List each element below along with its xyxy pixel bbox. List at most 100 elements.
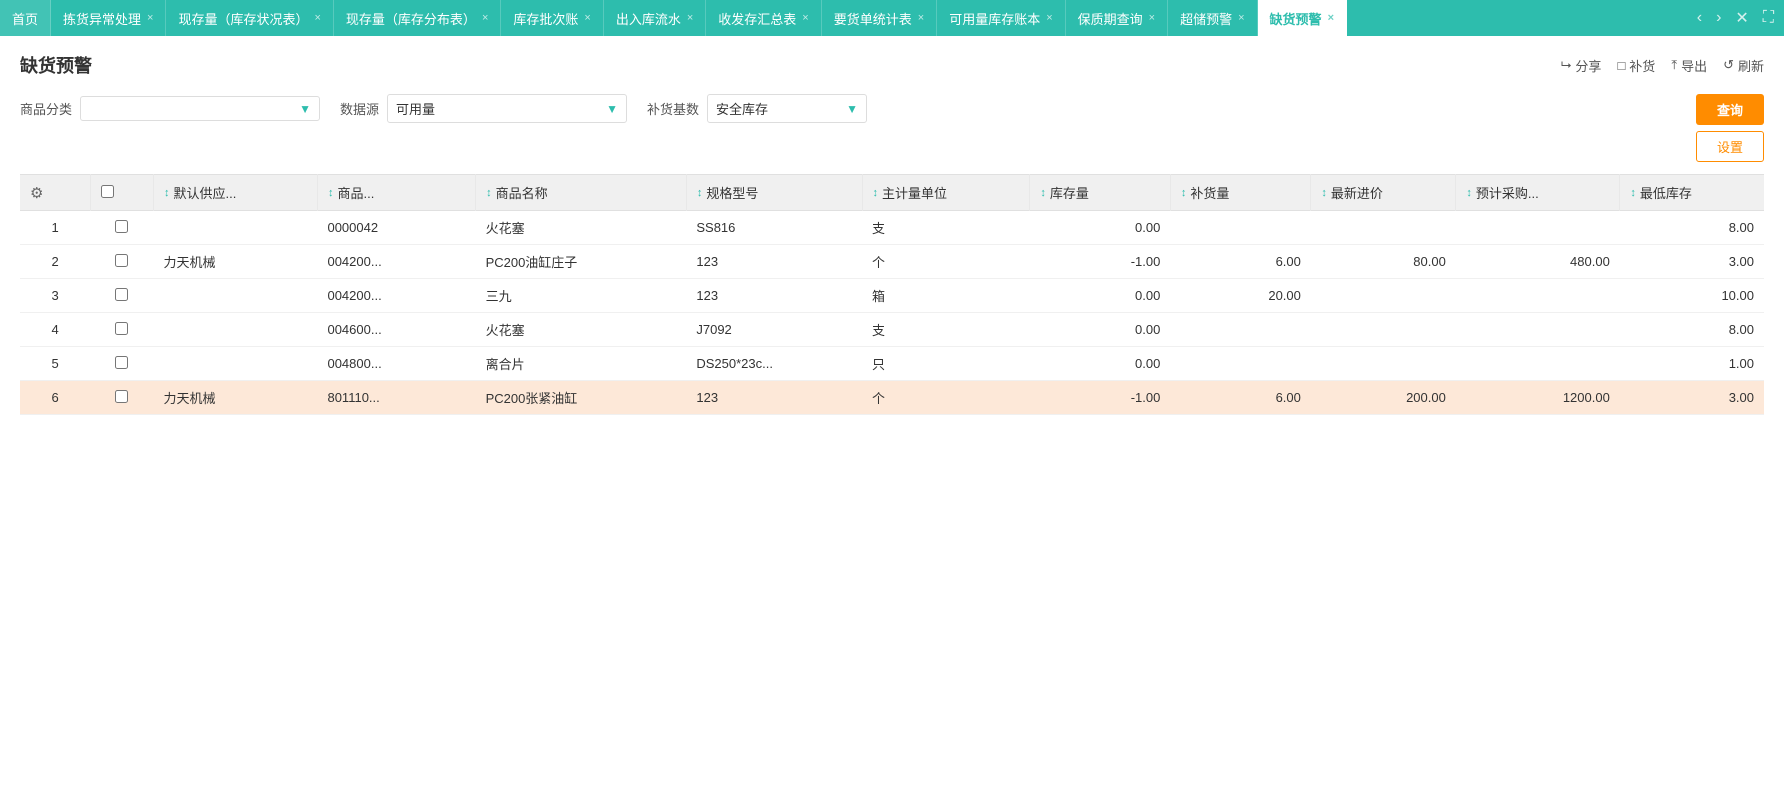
tab-shortage[interactable]: 缺货预警 × <box>1258 0 1347 36</box>
th-replenish[interactable]: ↕ 补货量 <box>1170 175 1311 211</box>
cell-latest-price: 80.00 <box>1311 245 1456 279</box>
table-row: 3 004200... 三九 123 箱 0.00 20.00 10.00 <box>20 279 1764 313</box>
refresh-button[interactable]: ↺ 刷新 <box>1723 56 1764 75</box>
cell-code: 004200... <box>317 245 475 279</box>
cell-replenish <box>1170 347 1311 381</box>
cell-spec: DS250*23c... <box>686 347 862 381</box>
row-checkbox[interactable] <box>115 254 128 267</box>
select-all-checkbox[interactable] <box>101 185 114 198</box>
main-content: 缺货预警 ⮡ 分享 □ 补货 ⤒ 导出 ↺ 刷新 商品分类 <box>0 36 1784 796</box>
row-checkbox[interactable] <box>115 288 128 301</box>
cell-spec: SS816 <box>686 211 862 245</box>
sort-estimated-icon: ↕ <box>1466 187 1472 199</box>
tab-available-ledger[interactable]: 可用量库存账本 × <box>937 0 1065 36</box>
cell-unit: 箱 <box>862 279 1030 313</box>
cell-min-stock: 10.00 <box>1620 279 1764 313</box>
th-spec[interactable]: ↕ 规格型号 <box>686 175 862 211</box>
cell-stock: 0.00 <box>1030 347 1171 381</box>
sort-price-icon: ↕ <box>1321 187 1327 199</box>
th-latest-price[interactable]: ↕ 最新进价 <box>1311 175 1456 211</box>
nav-close-button[interactable]: ✕ <box>1729 4 1754 32</box>
tab-exception[interactable]: 拣货异常处理 × <box>51 0 166 36</box>
tab-expiry[interactable]: 保质期查询 × <box>1066 0 1168 36</box>
query-button[interactable]: 查询 <box>1696 94 1764 125</box>
datasource-arrow-icon: ▼ <box>606 102 618 116</box>
close-tab-available-ledger[interactable]: × <box>1046 12 1052 24</box>
datasource-select[interactable]: 可用量 ▼ <box>387 94 627 123</box>
share-icon: ⮡ <box>1561 57 1571 73</box>
close-tab-stock-status[interactable]: × <box>314 12 320 24</box>
cell-code: 004800... <box>317 347 475 381</box>
cell-spec: J7092 <box>686 313 862 347</box>
cell-estimated-purchase <box>1456 211 1620 245</box>
tab-home[interactable]: 首页 <box>0 0 51 36</box>
replenish-base-select[interactable]: 安全库存 ▼ <box>707 94 867 123</box>
close-tab-expiry[interactable]: × <box>1149 12 1155 24</box>
gear-settings-button[interactable]: ⚙ <box>30 184 43 202</box>
replenish-button[interactable]: □ 补货 <box>1617 56 1655 75</box>
close-tab-batch[interactable]: × <box>584 12 590 24</box>
page-header: 缺货预警 ⮡ 分享 □ 补货 ⤒ 导出 ↺ 刷新 <box>20 52 1764 78</box>
th-code[interactable]: ↕ 商品... <box>317 175 475 211</box>
tab-demand-stats[interactable]: 要货单统计表 × <box>822 0 937 36</box>
close-tab-shortage[interactable]: × <box>1328 12 1334 24</box>
settings-button[interactable]: 设置 <box>1696 131 1764 162</box>
cell-name: 离合片 <box>476 347 687 381</box>
close-tab-overstock[interactable]: × <box>1238 12 1244 24</box>
cell-check[interactable] <box>90 245 153 279</box>
row-checkbox[interactable] <box>115 356 128 369</box>
cell-estimated-purchase <box>1456 313 1620 347</box>
cell-check[interactable] <box>90 381 153 415</box>
row-checkbox[interactable] <box>115 220 128 233</box>
cell-check[interactable] <box>90 279 153 313</box>
cell-unit: 支 <box>862 211 1030 245</box>
cell-index: 4 <box>20 313 90 347</box>
category-arrow-icon: ▼ <box>299 102 311 116</box>
close-tab-stock-dist[interactable]: × <box>482 12 488 24</box>
cell-latest-price <box>1311 211 1456 245</box>
tab-overstock[interactable]: 超储预警 × <box>1168 0 1257 36</box>
tab-batch[interactable]: 库存批次账 × <box>501 0 603 36</box>
replenish-base-label: 补货基数 <box>647 99 699 118</box>
nav-next-button[interactable]: › <box>1710 5 1727 31</box>
table-header-row: ⚙ ↕ 默认供应... ↕ 商品... <box>20 175 1764 211</box>
row-checkbox[interactable] <box>115 322 128 335</box>
close-tab-inout-flow[interactable]: × <box>687 12 693 24</box>
table-row: 4 004600... 火花塞 J7092 支 0.00 8.00 <box>20 313 1764 347</box>
nav-maximize-button[interactable]: ⛶ <box>1757 5 1780 31</box>
th-min-stock[interactable]: ↕ 最低库存 <box>1620 175 1764 211</box>
cell-min-stock: 3.00 <box>1620 245 1764 279</box>
nav-prev-button[interactable]: ‹ <box>1691 5 1708 31</box>
cell-unit: 个 <box>862 245 1030 279</box>
th-name[interactable]: ↕ 商品名称 <box>476 175 687 211</box>
close-tab-receive-summary[interactable]: × <box>802 12 808 24</box>
export-button[interactable]: ⤒ 导出 <box>1671 56 1707 75</box>
tab-receive-summary[interactable]: 收发存汇总表 × <box>706 0 821 36</box>
cell-index: 1 <box>20 211 90 245</box>
close-tab-exception[interactable]: × <box>147 12 153 24</box>
th-stock[interactable]: ↕ 库存量 <box>1030 175 1171 211</box>
cell-check[interactable] <box>90 313 153 347</box>
cell-check[interactable] <box>90 347 153 381</box>
tab-stock-dist[interactable]: 现存量（库存分布表） × <box>334 0 501 36</box>
cell-check[interactable] <box>90 211 153 245</box>
cell-min-stock: 1.00 <box>1620 347 1764 381</box>
sort-minstock-icon: ↕ <box>1630 187 1636 199</box>
tab-stock-status[interactable]: 现存量（库存状况表） × <box>166 0 333 36</box>
cell-index: 3 <box>20 279 90 313</box>
cell-estimated-purchase: 480.00 <box>1456 245 1620 279</box>
cell-replenish: 6.00 <box>1170 381 1311 415</box>
cell-name: PC200张紧油缸 <box>476 381 687 415</box>
cell-code: 004200... <box>317 279 475 313</box>
th-unit[interactable]: ↕ 主计量单位 <box>862 175 1030 211</box>
filter-row: 商品分类 ▼ 数据源 可用量 ▼ 补货基数 安全库存 ▼ <box>20 94 1764 162</box>
th-supplier[interactable]: ↕ 默认供应... <box>154 175 318 211</box>
share-button[interactable]: ⮡ 分享 <box>1561 56 1601 75</box>
th-estimated-purchase[interactable]: ↕ 预计采购... <box>1456 175 1620 211</box>
row-checkbox[interactable] <box>115 390 128 403</box>
tab-inout-flow[interactable]: 出入库流水 × <box>604 0 706 36</box>
close-tab-demand-stats[interactable]: × <box>918 12 924 24</box>
category-select[interactable]: ▼ <box>80 96 320 121</box>
cell-replenish: 6.00 <box>1170 245 1311 279</box>
cell-supplier: 力天机械 <box>154 381 318 415</box>
